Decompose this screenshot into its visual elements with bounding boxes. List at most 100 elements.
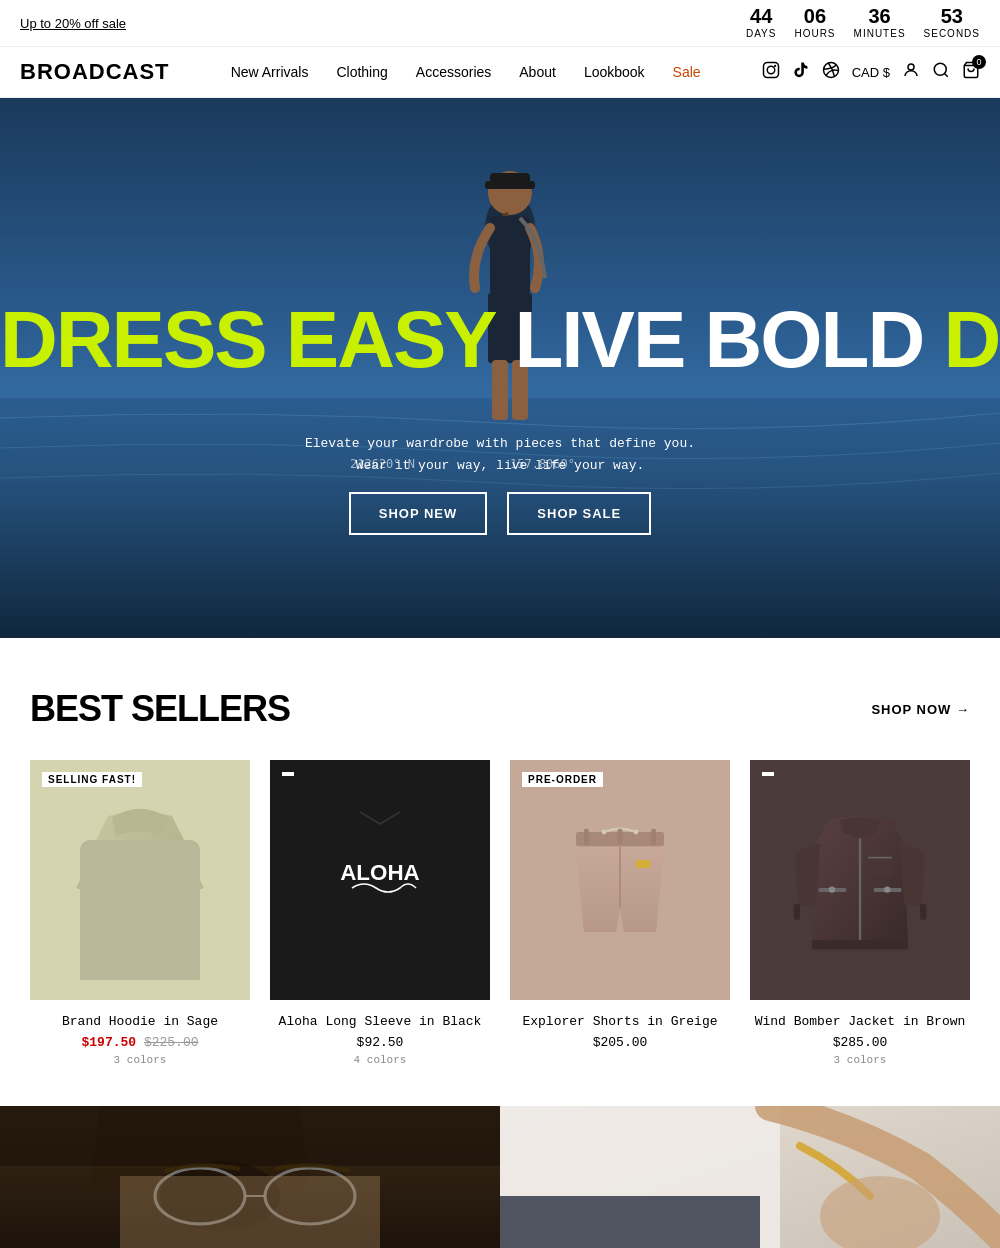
tiktok-icon[interactable] [792,61,810,84]
hero-subtitle-line2: Wear it your way, live life your way. [356,458,645,473]
promo-right[interactable] [500,1106,1000,1248]
price-longsleeve: $92.50 [357,1035,404,1050]
product-card-bomber[interactable]: Wind Bomber Jacket in Brown $285.00 3 co… [750,760,970,1066]
nav-item-clothing[interactable]: Clothing [336,64,387,80]
hero-subtitle-line1: Elevate your wardrobe with pieces that d… [305,436,695,451]
product-card-hoodie[interactable]: SELLING FAST! [30,760,250,1066]
product-card-shorts[interactable]: PRE-ORDER [510,760,730,1066]
product-price-longsleeve: $92.50 [270,1035,490,1050]
days-number: 44 [746,6,777,26]
bottom-promo [0,1106,1000,1248]
product-name-longsleeve: Aloha Long Sleeve in Black [270,1014,490,1029]
hours-number: 06 [794,6,835,26]
svg-point-27 [634,830,639,835]
minutes-label: MINUTES [854,28,906,39]
countdown-timer: 44 DAYS 06 HOURS 36 MINUTES 53 SECONDS [746,6,980,40]
price-bomber: $285.00 [833,1035,888,1050]
svg-rect-50 [500,1196,760,1248]
product-colors-longsleeve: 4 colors [270,1054,490,1066]
product-name-bomber: Wind Bomber Jacket in Brown [750,1014,970,1029]
days-label: DAYS [746,28,777,39]
price-original-hoodie: $225.00 [144,1035,199,1050]
svg-point-26 [602,830,607,835]
product-image-longsleeve: ALOHA [270,760,490,1000]
svg-rect-46 [120,1176,380,1248]
brand-logo[interactable]: BROADCAST [20,59,170,85]
price-shorts: $205.00 [593,1035,648,1050]
minutes-number: 36 [854,6,906,26]
promo-left[interactable] [0,1106,500,1248]
svg-line-6 [944,73,947,76]
countdown-hours: 06 HOURS [794,6,835,40]
nav-item-about[interactable]: About [519,64,556,80]
product-badge-preorder: PRE-ORDER [522,772,603,787]
product-name-hoodie: Brand Hoodie in Sage [30,1014,250,1029]
product-image-hoodie [30,760,250,1000]
countdown-minutes: 36 MINUTES [854,6,906,40]
svg-rect-39 [920,904,926,920]
svg-rect-38 [794,904,800,920]
svg-rect-20 [116,908,164,936]
product-name-shorts: Explorer Shorts in Greige [510,1014,730,1029]
sale-announcement[interactable]: Up to 20% off sale [20,16,126,31]
hours-label: HOURS [794,28,835,39]
svg-point-1 [767,66,775,74]
svg-rect-36 [868,856,892,876]
account-icon[interactable] [902,61,920,84]
hero-buttons: SHOP NEW SHOP SALE [0,492,1000,535]
svg-point-34 [829,886,835,892]
shop-now-link[interactable]: SHOP NOW → [871,702,970,717]
marquee-yellow-1: DRESS EASY [0,295,514,384]
svg-text:ALOHA: ALOHA [340,860,420,885]
product-image-bomber [750,760,970,1000]
nav-item-lookbook[interactable]: Lookbook [584,64,645,80]
product-image-shorts [510,760,730,1000]
hero-marquee-text: DRESS EASY LIVE BOLD DRESS EA [0,294,1000,386]
hero-section: 212620° N 157.8060° DRESS EASY LIVE BOLD… [0,98,1000,638]
product-badge-bomber [762,772,774,776]
countdown-seconds: 53 SECONDS [924,6,980,40]
product-colors-bomber: 3 colors [750,1054,970,1066]
shop-new-button[interactable]: SHOP NEW [349,492,488,535]
marquee-yellow-2: DRESS EA [943,295,1000,384]
nav-links: New Arrivals Clothing Accessories About … [231,63,701,81]
navbar: BROADCAST New Arrivals Clothing Accessor… [0,47,1000,98]
product-card-longsleeve[interactable]: ALOHA Aloha Long Sleeve in Black $92.50 … [270,760,490,1066]
best-sellers-header: BEST SELLERS SHOP NOW → [30,688,970,730]
best-sellers-section: BEST SELLERS SHOP NOW → SELLING FAST! [0,638,1000,1106]
currency-selector[interactable]: CAD $ [852,65,890,80]
product-price-hoodie: $197.50 $225.00 [30,1035,250,1050]
hero-subtitle: Elevate your wardrobe with pieces that d… [0,433,1000,477]
cart-button[interactable]: 0 [962,61,980,84]
seconds-label: SECONDS [924,28,980,39]
seconds-number: 53 [924,6,980,26]
svg-rect-0 [763,62,778,77]
product-badge-selling: SELLING FAST! [42,772,142,787]
marquee-white: LIVE BOLD [514,295,943,384]
shop-sale-button[interactable]: SHOP SALE [507,492,651,535]
svg-point-5 [934,63,946,75]
nav-icons: CAD $ 0 [762,61,980,84]
nav-item-new-arrivals[interactable]: New Arrivals [231,64,309,80]
svg-rect-25 [636,860,650,868]
social-icon-3[interactable] [822,61,840,84]
svg-point-35 [884,886,890,892]
product-colors-hoodie: 3 colors [30,1054,250,1066]
svg-point-2 [774,64,776,66]
product-price-bomber: $285.00 [750,1035,970,1050]
svg-rect-13 [490,173,530,185]
svg-rect-29 [651,829,656,845]
nav-item-accessories[interactable]: Accessories [416,64,491,80]
instagram-icon[interactable] [762,61,780,84]
product-badge-longsleeve [282,772,294,776]
svg-rect-30 [618,829,623,845]
svg-rect-28 [584,829,589,845]
svg-rect-40 [812,940,908,950]
hero-marquee: DRESS EASY LIVE BOLD DRESS EA [0,294,1000,386]
svg-rect-47 [0,1106,500,1166]
svg-rect-14 [490,216,530,296]
nav-item-sale[interactable]: Sale [673,64,701,80]
search-icon[interactable] [932,61,950,84]
price-sale-hoodie: $197.50 [81,1035,136,1050]
svg-point-4 [908,64,914,70]
